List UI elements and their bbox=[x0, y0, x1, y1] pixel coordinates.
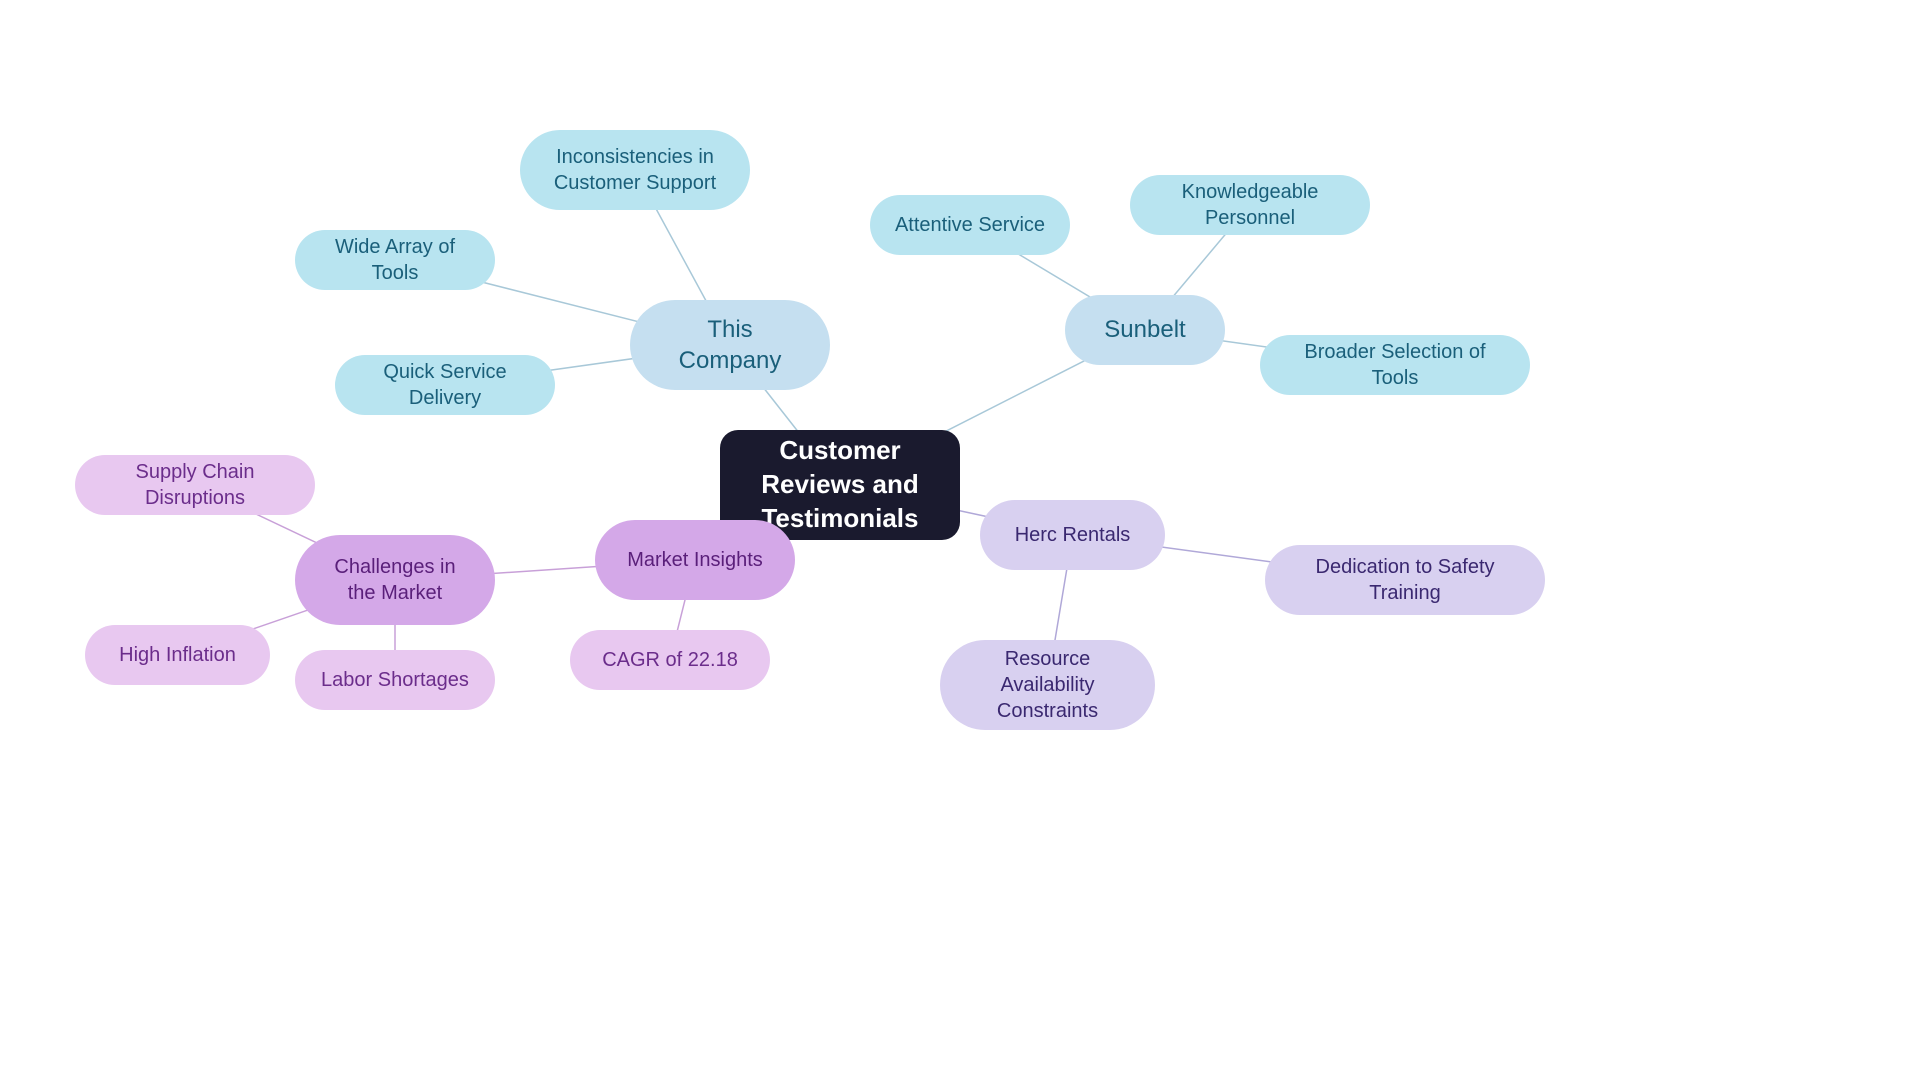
node-high_inflation: High Inflation bbox=[85, 625, 270, 685]
mind-map-connections bbox=[0, 0, 1920, 1083]
node-dedication: Dedication to Safety Training bbox=[1265, 545, 1545, 615]
node-challenges: Challenges in the Market bbox=[295, 535, 495, 625]
node-wide_array: Wide Array of Tools bbox=[295, 230, 495, 290]
node-attentive: Attentive Service bbox=[870, 195, 1070, 255]
node-this_company: This Company bbox=[630, 300, 830, 390]
node-market_insights: Market Insights bbox=[595, 520, 795, 600]
node-inconsistencies: Inconsistencies in Customer Support bbox=[520, 130, 750, 210]
node-supply_chain: Supply Chain Disruptions bbox=[75, 455, 315, 515]
node-knowledgeable: Knowledgeable Personnel bbox=[1130, 175, 1370, 235]
node-resource: Resource Availability Constraints bbox=[940, 640, 1155, 730]
node-labor: Labor Shortages bbox=[295, 650, 495, 710]
node-broader: Broader Selection of Tools bbox=[1260, 335, 1530, 395]
node-cagr: CAGR of 22.18 bbox=[570, 630, 770, 690]
node-herc: Herc Rentals bbox=[980, 500, 1165, 570]
node-quick_service: Quick Service Delivery bbox=[335, 355, 555, 415]
node-sunbelt: Sunbelt bbox=[1065, 295, 1225, 365]
